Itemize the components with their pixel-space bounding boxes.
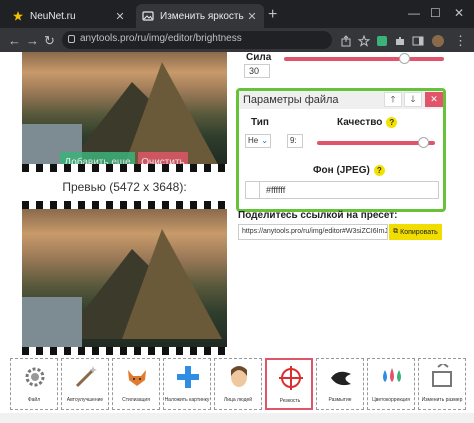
new-tab-icon[interactable]: + <box>268 6 277 24</box>
preview-title: Превью (5472 x 3648): <box>62 180 187 194</box>
share-label: Поделитесь ссылкой на пресет: <box>238 210 398 221</box>
tool-blur[interactable]: Размытие <box>316 358 364 410</box>
address-bar-row: ← → ↻ anytools.pro/ru/img/editor/brightn… <box>0 28 474 52</box>
tool-sharpness[interactable]: Резкость <box>265 358 313 410</box>
star-icon <box>12 10 24 22</box>
bg-label-wrap: Фон (JPEG)? <box>313 165 385 176</box>
tool-file[interactable]: Файл <box>10 358 58 410</box>
strength-slider[interactable] <box>284 57 444 61</box>
tab-brightness-editor[interactable]: Изменить яркость фото онлайн ✕ <box>136 4 264 28</box>
tab-close-icon[interactable]: ✕ <box>246 10 258 23</box>
bg-label: Фон (JPEG) <box>313 165 370 176</box>
page-viewport: Добавить еще Очистить Превью (5472 x 364… <box>0 52 474 423</box>
strength-label: Сила <box>246 52 272 63</box>
puzzle-icon[interactable] <box>394 34 406 46</box>
quality-help-icon[interactable]: ? <box>386 117 398 128</box>
tool-label: Лица людей <box>223 397 253 403</box>
tool-faces[interactable]: Лица людей <box>214 358 262 410</box>
arrow-up-icon[interactable]: 🡑 <box>384 92 402 107</box>
extension-badge-icon[interactable] <box>376 34 388 46</box>
bookmark-star-icon[interactable] <box>357 34 371 47</box>
fox-icon <box>123 363 151 391</box>
tool-label: Наложить картинку <box>164 397 210 403</box>
color-swatch[interactable] <box>246 182 260 198</box>
resize-icon <box>429 363 457 391</box>
tool-label: Размытие <box>328 397 352 403</box>
chevron-down-icon: ⌄ <box>261 136 268 145</box>
avatar[interactable] <box>432 34 444 47</box>
face-icon <box>225 363 253 391</box>
horizontal-scrollbar[interactable] <box>0 413 474 423</box>
share-icon[interactable] <box>340 34 352 47</box>
crosshair-icon <box>277 364 305 392</box>
tab-title: NeuNet.ru <box>30 10 76 22</box>
preview-image-result <box>22 209 227 347</box>
copy-icon: ⧉ <box>393 228 399 235</box>
reload-icon[interactable]: ↻ <box>44 33 55 49</box>
browser-tab-bar: NeuNet.ru ✕ Изменить яркость фото онлайн… <box>0 0 474 28</box>
quality-label: Качество <box>337 117 383 128</box>
bg-color-field[interactable]: #ffffff <box>245 181 439 199</box>
quality-label-wrap: Качество? <box>337 117 398 128</box>
file-params-header: Параметры файла 🡑 🡓 ✕ <box>239 91 443 109</box>
tool-stylize[interactable]: Стилизация <box>112 358 160 410</box>
share-url-input[interactable]: https://anytools.pro/ru/img/editor#W3siZ… <box>238 224 388 240</box>
gear-icon <box>21 363 49 391</box>
strength-value-input[interactable]: 30 <box>244 64 270 78</box>
tools-toolbar: Файл Автоулучшение Стилизация Наложить к… <box>10 358 466 410</box>
close-icon[interactable]: ✕ <box>425 92 443 107</box>
type-select-value: Не <box>248 136 259 145</box>
tool-label: Изменить размер <box>421 397 463 403</box>
blur-icon <box>327 363 355 391</box>
preview-image-original <box>22 52 227 164</box>
sidebar-icon[interactable] <box>412 34 424 46</box>
url-field[interactable]: anytools.pro/ru/img/editor/brightness <box>62 31 332 49</box>
tab-close-icon[interactable]: ✕ <box>114 10 126 23</box>
window-close-icon[interactable]: ✕ <box>454 6 464 20</box>
maximize-icon[interactable]: ☐ <box>430 6 441 20</box>
color-drops-icon <box>378 363 406 391</box>
back-icon[interactable]: ← <box>8 33 21 48</box>
plus-icon <box>174 363 202 391</box>
image-icon <box>142 10 154 22</box>
tool-label: Файл <box>27 397 41 403</box>
film-strip-divider <box>22 201 227 209</box>
url-text: anytools.pro/ru/img/editor/brightness <box>80 33 242 44</box>
file-params-title: Параметры файла <box>243 94 339 106</box>
tab-neunet[interactable]: NeuNet.ru ✕ <box>6 4 132 28</box>
menu-dots-icon[interactable]: ⋮ <box>454 33 467 49</box>
tool-label: Автоулучшение <box>66 397 104 403</box>
film-strip-divider <box>22 347 227 355</box>
minimize-icon[interactable]: — <box>408 6 420 20</box>
copy-button[interactable]: ⧉ Копировать <box>389 224 442 240</box>
tool-color-correction[interactable]: Цветокоррекция <box>367 358 415 410</box>
tool-resize[interactable]: Изменить размер <box>418 358 466 410</box>
tool-overlay-image[interactable]: Наложить картинку <box>163 358 211 410</box>
file-params-panel: Параметры файла 🡑 🡓 ✕ Тип Не ⌄ 9: Качест… <box>236 88 446 212</box>
tool-label: Стилизация <box>122 397 150 403</box>
quality-value-input[interactable]: 9: <box>287 134 303 148</box>
bg-color-value: #ffffff <box>266 185 286 195</box>
bg-help-icon[interactable]: ? <box>373 165 385 176</box>
tool-label: Резкость <box>279 398 301 404</box>
quality-slider-knob[interactable] <box>418 137 430 148</box>
tab-title: Изменить яркость фото онлайн <box>160 10 246 22</box>
type-select[interactable]: Не ⌄ <box>245 134 271 148</box>
film-strip-divider <box>22 164 227 172</box>
arrow-down-icon[interactable]: 🡓 <box>404 92 422 107</box>
strength-slider-knob[interactable] <box>399 53 410 64</box>
tool-label: Цветокоррекция <box>372 397 410 403</box>
copy-button-label: Копировать <box>400 228 438 236</box>
lock-icon <box>68 35 75 43</box>
type-label: Тип <box>251 117 269 128</box>
forward-icon[interactable]: → <box>26 33 39 48</box>
magic-wand-icon <box>72 363 100 391</box>
tool-auto-enhance[interactable]: Автоулучшение <box>61 358 109 410</box>
